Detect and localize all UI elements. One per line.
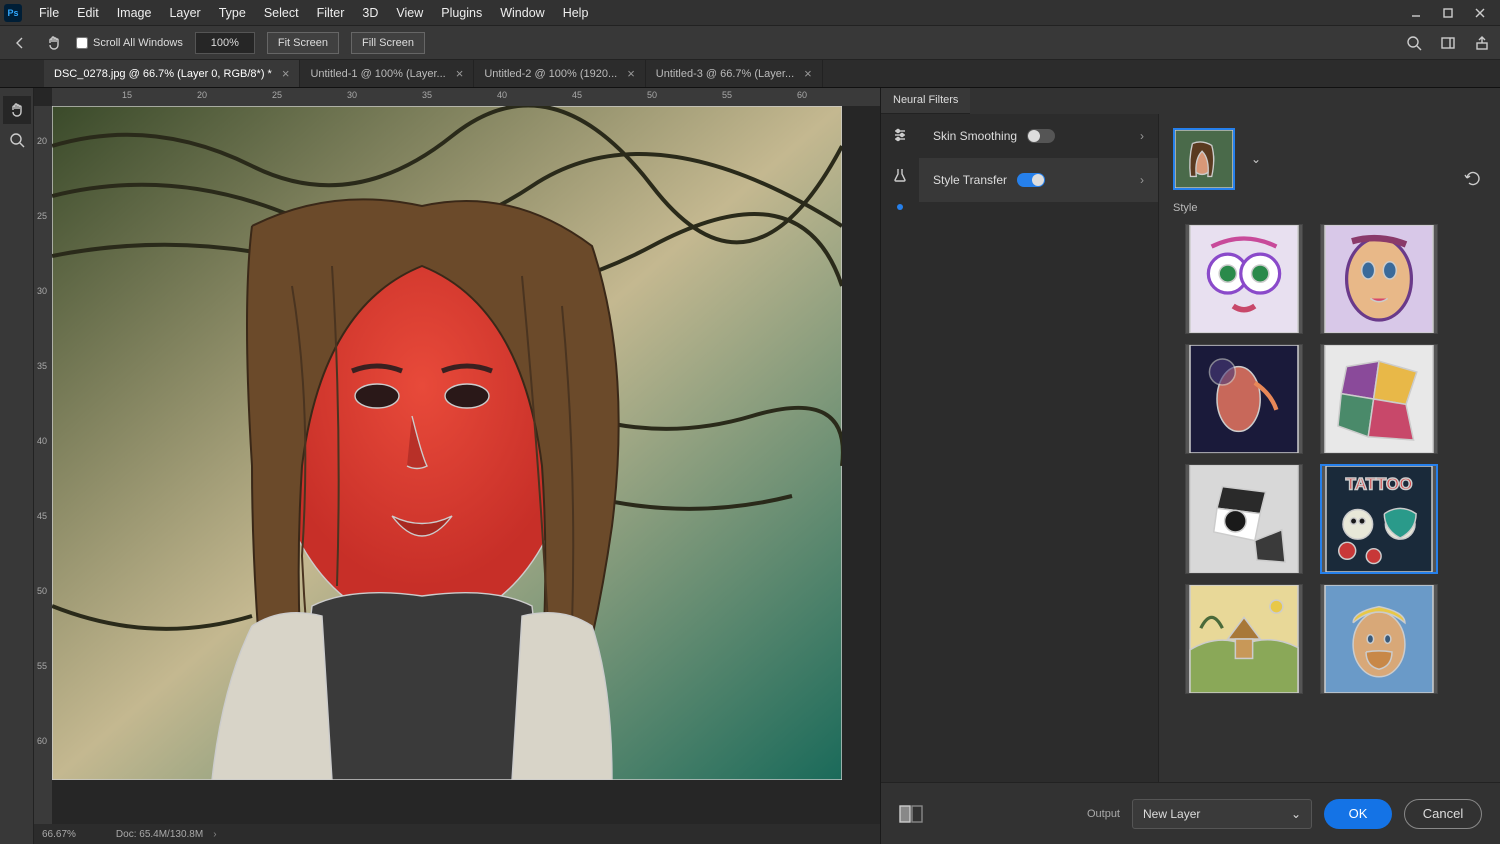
ruler-horizontal: 15202530354045505560	[52, 88, 880, 106]
zoom-input[interactable]	[195, 32, 255, 54]
ok-button[interactable]: OK	[1324, 799, 1392, 829]
filter-skin-smoothing[interactable]: Skin Smoothing ›	[919, 114, 1158, 158]
fill-screen-button[interactable]: Fill Screen	[351, 32, 425, 54]
ruler-vertical: 202530354045505560	[34, 106, 52, 824]
menu-file[interactable]: File	[30, 2, 68, 24]
toggle-skin[interactable]	[1027, 129, 1055, 143]
svg-text:TATTOO: TATTOO	[1346, 474, 1413, 493]
panel-title: Neural Filters	[881, 88, 970, 114]
doc-tab-2[interactable]: Untitled-2 @ 100% (1920...×	[474, 60, 645, 87]
minimize-icon[interactable]	[1400, 2, 1432, 24]
tab-close-icon[interactable]: ×	[627, 66, 635, 81]
zoom-tool[interactable]	[3, 126, 31, 154]
chevron-down-icon: ⌄	[1291, 807, 1301, 821]
style-thumb-6-selected[interactable]: TATTOO	[1320, 464, 1438, 574]
tab-close-icon[interactable]: ×	[456, 66, 464, 81]
back-button[interactable]	[8, 31, 32, 55]
hand-tool-icon	[44, 33, 64, 53]
doc-tab-0[interactable]: DSC_0278.jpg @ 66.7% (Layer 0, RGB/8*) *…	[44, 60, 300, 87]
menu-edit[interactable]: Edit	[68, 2, 108, 24]
chevron-down-icon[interactable]: ⌄	[1251, 152, 1261, 166]
menu-image[interactable]: Image	[108, 2, 161, 24]
app-logo: Ps	[4, 4, 22, 22]
undo-icon[interactable]	[1462, 168, 1482, 191]
scroll-all-checkbox[interactable]: Scroll All Windows	[76, 37, 183, 49]
indicator-dot	[897, 204, 903, 210]
preview-thumbnail[interactable]	[1173, 128, 1235, 190]
before-after-icon[interactable]	[899, 805, 923, 823]
menu-plugins[interactable]: Plugins	[432, 2, 491, 24]
filter-style-transfer[interactable]: Style Transfer ›	[919, 158, 1158, 202]
maximize-icon[interactable]	[1432, 2, 1464, 24]
style-thumb-7[interactable]	[1185, 584, 1303, 694]
menu-select[interactable]: Select	[255, 2, 308, 24]
menu-type[interactable]: Type	[210, 2, 255, 24]
fit-screen-button[interactable]: Fit Screen	[267, 32, 339, 54]
tab-close-icon[interactable]: ×	[282, 66, 290, 81]
search-icon[interactable]	[1404, 33, 1424, 53]
share-icon[interactable]	[1472, 33, 1492, 53]
cancel-button[interactable]: Cancel	[1404, 799, 1482, 829]
style-thumb-1[interactable]	[1185, 224, 1303, 334]
toggle-style[interactable]	[1017, 173, 1045, 187]
chevron-right-icon: ›	[1140, 129, 1144, 143]
menu-3d[interactable]: 3D	[353, 2, 387, 24]
hand-tool[interactable]	[3, 96, 31, 124]
style-thumb-2[interactable]	[1320, 224, 1438, 334]
output-label: Output	[1087, 808, 1120, 820]
workspace-icon[interactable]	[1438, 33, 1458, 53]
style-thumb-3[interactable]	[1185, 344, 1303, 454]
style-thumb-8[interactable]	[1320, 584, 1438, 694]
beaker-icon[interactable]	[889, 164, 911, 186]
style-thumb-4[interactable]	[1320, 344, 1438, 454]
menu-help[interactable]: Help	[554, 2, 598, 24]
tab-close-icon[interactable]: ×	[804, 66, 812, 81]
status-doc: Doc: 65.4M/130.8M	[116, 829, 203, 840]
menu-layer[interactable]: Layer	[160, 2, 209, 24]
doc-tab-1[interactable]: Untitled-1 @ 100% (Layer...×	[300, 60, 474, 87]
chevron-right-icon: ›	[1140, 173, 1144, 187]
settings-icon[interactable]	[889, 124, 911, 146]
style-section-label: Style	[1173, 202, 1486, 214]
output-select[interactable]: New Layer⌄	[1132, 799, 1312, 829]
close-icon[interactable]	[1464, 2, 1496, 24]
menu-view[interactable]: View	[387, 2, 432, 24]
menu-window[interactable]: Window	[491, 2, 553, 24]
status-zoom: 66.67%	[42, 829, 76, 840]
canvas-image	[52, 106, 842, 780]
menu-filter[interactable]: Filter	[308, 2, 354, 24]
style-thumb-5[interactable]	[1185, 464, 1303, 574]
doc-tab-3[interactable]: Untitled-3 @ 66.7% (Layer...×	[646, 60, 823, 87]
